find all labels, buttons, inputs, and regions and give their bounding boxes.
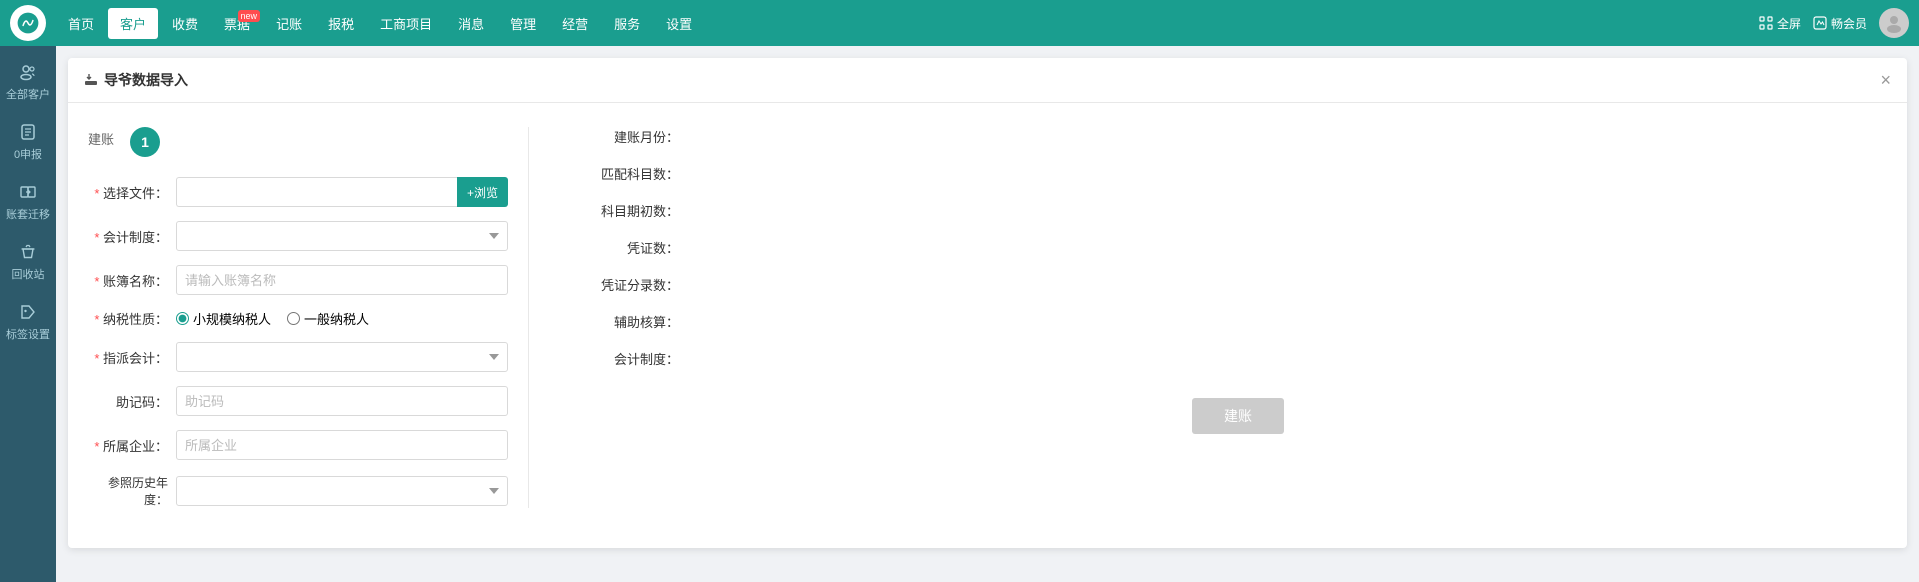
- company-label: 所属企业：: [88, 436, 168, 455]
- ledger-name-input[interactable]: [176, 265, 508, 295]
- sidebar-item-declaration[interactable]: 0申报: [0, 114, 56, 170]
- ledger-name-label: 账簿名称：: [88, 271, 168, 290]
- import-panel: 导爷数据导入 × 建账 1 选择文件：: [68, 58, 1907, 548]
- aux-accounting-label: 辅助核算：: [589, 312, 679, 331]
- general-taxpayer-label: 一般纳税人: [304, 309, 369, 328]
- company-row: 所属企业：: [88, 430, 508, 460]
- small-taxpayer-option[interactable]: 小规模纳税人: [176, 309, 271, 328]
- nav-menu: 首页客户收费票据new记账报税工商项目消息管理经营服务设置: [56, 8, 1759, 39]
- sidebar-item-declaration-label: 0申报: [14, 146, 42, 162]
- nav-item-客户[interactable]: 客户: [108, 8, 158, 39]
- memo-label: 助记码：: [88, 392, 168, 411]
- member-label: 畅会员: [1831, 15, 1867, 32]
- accountant-row: 指派会计：: [88, 342, 508, 372]
- form-right: 建账月份： 匹配科目数： 科目期初数： 凭证数：: [549, 127, 1887, 508]
- voucher-count-row: 凭证数：: [589, 238, 1887, 257]
- panel-header: 导爷数据导入 ×: [68, 58, 1907, 103]
- form-left: 建账 1 选择文件： +浏览: [88, 127, 508, 508]
- nav-item-消息[interactable]: 消息: [446, 8, 496, 39]
- nav-item-设置[interactable]: 设置: [654, 8, 704, 39]
- history-year-select[interactable]: [176, 476, 508, 506]
- nav-item-报税[interactable]: 报税: [316, 8, 366, 39]
- nav-item-首页[interactable]: 首页: [56, 8, 106, 39]
- history-year-label: 参照历史年度：: [88, 474, 168, 508]
- voucher-count-label: 凭证数：: [589, 238, 679, 257]
- info-accounting-system-row: 会计制度：: [589, 349, 1887, 368]
- tax-type-row: 纳税性质： 小规模纳税人 一般纳税人: [88, 309, 508, 328]
- panel-close-button[interactable]: ×: [1880, 71, 1891, 89]
- subject-initial-row: 科目期初数：: [589, 201, 1887, 220]
- step-indicator: 建账 1: [88, 127, 508, 157]
- info-rows: 建账月份： 匹配科目数： 科目期初数： 凭证数：: [589, 127, 1887, 368]
- account-month-row: 建账月份：: [589, 127, 1887, 146]
- memo-input[interactable]: [176, 386, 508, 416]
- sidebar-item-migration-label: 账套迁移: [6, 206, 50, 222]
- ledger-name-row: 账簿名称：: [88, 265, 508, 295]
- nav-item-收费[interactable]: 收费: [160, 8, 210, 39]
- voucher-entries-label: 凭证分录数：: [589, 275, 679, 294]
- general-taxpayer-radio[interactable]: [287, 312, 300, 325]
- top-navigation: 首页客户收费票据new记账报税工商项目消息管理经营服务设置 全屏 畅会员: [0, 0, 1919, 46]
- small-taxpayer-label: 小规模纳税人: [193, 309, 271, 328]
- sidebar-item-tags[interactable]: 标签设置: [0, 294, 56, 350]
- match-subjects-row: 匹配科目数：: [589, 164, 1887, 183]
- sidebar-item-tags-label: 标签设置: [6, 326, 50, 342]
- step-label: 建账: [88, 127, 114, 148]
- nav-item-工商项目[interactable]: 工商项目: [368, 8, 444, 39]
- sidebar-item-all-customers[interactable]: 全部客户: [0, 54, 56, 110]
- history-year-row: 参照历史年度：: [88, 474, 508, 508]
- browse-button[interactable]: +浏览: [457, 177, 508, 207]
- nav-item-记账[interactable]: 记账: [264, 8, 314, 39]
- nav-item-管理[interactable]: 管理: [498, 8, 548, 39]
- panel-body: 建账 1 选择文件： +浏览: [68, 103, 1907, 532]
- nav-item-服务[interactable]: 服务: [602, 8, 652, 39]
- app-logo[interactable]: [10, 5, 46, 41]
- file-input-group: +浏览: [176, 177, 508, 207]
- panel-title-text: 导爷数据导入: [104, 70, 188, 90]
- company-input[interactable]: [176, 430, 508, 460]
- info-accounting-system-label: 会计制度：: [589, 349, 679, 368]
- memo-row: 助记码：: [88, 386, 508, 416]
- accounting-system-label: 会计制度：: [88, 227, 168, 246]
- build-account-button[interactable]: 建账: [1192, 398, 1284, 434]
- tax-type-radio-group: 小规模纳税人 一般纳税人: [176, 309, 369, 328]
- import-icon: [84, 73, 98, 87]
- panel-title: 导爷数据导入: [84, 70, 188, 90]
- main-content: 导爷数据导入 × 建账 1 选择文件：: [56, 46, 1919, 582]
- match-subjects-label: 匹配科目数：: [589, 164, 679, 183]
- file-select-row: 选择文件： +浏览: [88, 177, 508, 207]
- user-avatar[interactable]: [1879, 8, 1909, 38]
- sidebar: 全部客户 0申报 账套迁移 回收站 标签设置: [0, 46, 56, 582]
- sidebar-item-all-customers-label: 全部客户: [6, 86, 50, 102]
- form-rows: 选择文件： +浏览 会计制度：: [88, 177, 508, 508]
- file-label: 选择文件：: [88, 183, 168, 202]
- accounting-system-row: 会计制度：: [88, 221, 508, 251]
- accountant-label: 指派会计：: [88, 348, 168, 367]
- tax-type-label: 纳税性质：: [88, 309, 168, 328]
- voucher-entries-row: 凭证分录数：: [589, 275, 1887, 294]
- vertical-divider: [528, 127, 529, 508]
- accounting-system-select[interactable]: [176, 221, 508, 251]
- fullscreen-button[interactable]: 全屏: [1759, 15, 1801, 32]
- file-path-input[interactable]: [176, 177, 457, 207]
- nav-right-controls: 全屏 畅会员: [1759, 8, 1909, 38]
- small-taxpayer-radio[interactable]: [176, 312, 189, 325]
- aux-accounting-row: 辅助核算：: [589, 312, 1887, 331]
- fullscreen-label: 全屏: [1777, 15, 1801, 32]
- nav-item-票据[interactable]: 票据new: [212, 8, 262, 39]
- general-taxpayer-option[interactable]: 一般纳税人: [287, 309, 369, 328]
- sidebar-item-recycle-label: 回收站: [12, 266, 45, 282]
- member-button[interactable]: 畅会员: [1813, 15, 1867, 32]
- sidebar-item-migration[interactable]: 账套迁移: [0, 174, 56, 230]
- accountant-select[interactable]: [176, 342, 508, 372]
- step-circle: 1: [130, 127, 160, 157]
- subject-initial-label: 科目期初数：: [589, 201, 679, 220]
- nav-item-经营[interactable]: 经营: [550, 8, 600, 39]
- account-month-label: 建账月份：: [589, 127, 679, 146]
- sidebar-item-recycle[interactable]: 回收站: [0, 234, 56, 290]
